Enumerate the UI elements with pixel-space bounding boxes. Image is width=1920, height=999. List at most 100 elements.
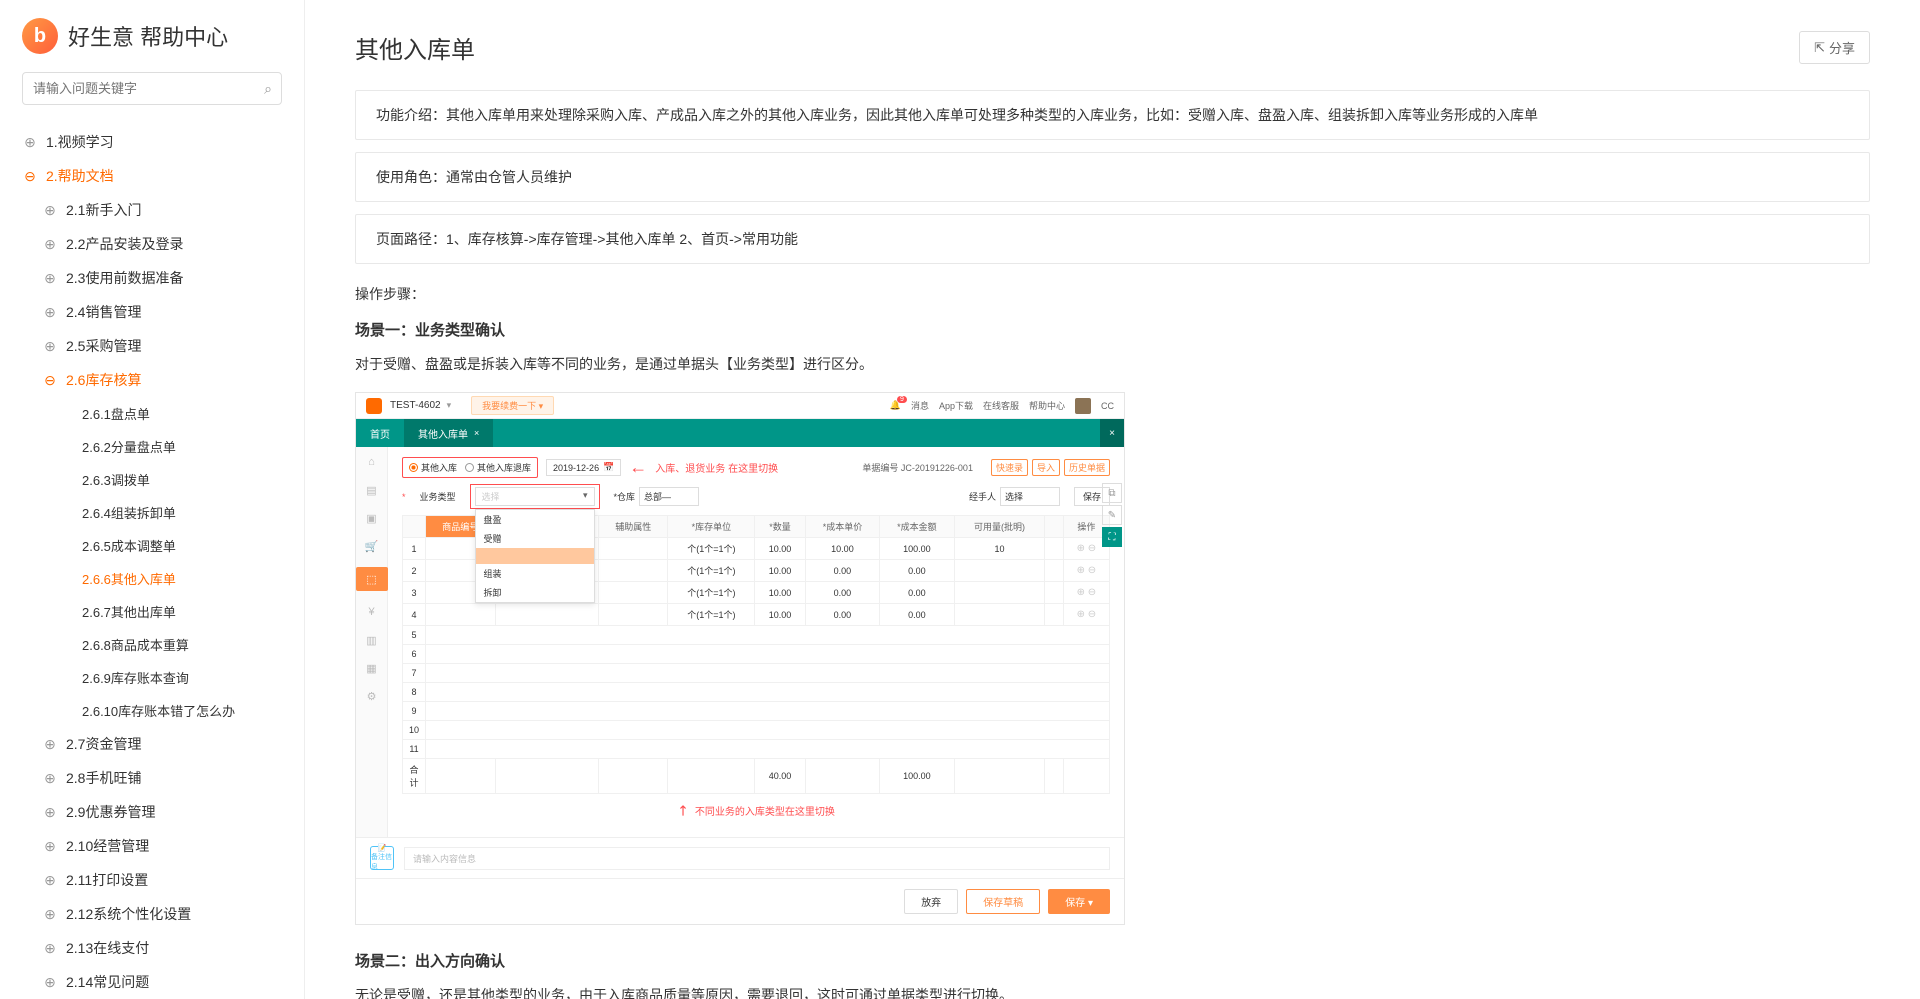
plus-icon: ⊕ bbox=[42, 838, 58, 854]
ss-right-tools: ⧉ ✎ ⛶ bbox=[1102, 483, 1124, 549]
nav-2-6-1[interactable]: 2.6.1盘点单 bbox=[22, 397, 282, 430]
ss-user: CC bbox=[1101, 401, 1114, 411]
ss-tab-current: 其他入库单× bbox=[404, 419, 493, 447]
nav-label: 2.6.5成本调整单 bbox=[82, 536, 176, 555]
ss-row1: 其他入库 其他入库退库 2019-12-26📅 ← 入库、退货业务 在这里切换 … bbox=[402, 457, 1110, 478]
intro-box: 功能介绍：其他入库单用来处理除采购入库、产成品入库之外的其他入库业务，因此其他入… bbox=[355, 90, 1870, 140]
ss-tool-quick: 快速录 bbox=[991, 459, 1028, 476]
plus-icon: ⊕ bbox=[42, 338, 58, 354]
grid-icon: ▦ bbox=[365, 661, 379, 675]
nav-2-8[interactable]: ⊕2.8手机旺铺 bbox=[22, 761, 282, 795]
ss-discard: 放弃 bbox=[904, 889, 958, 914]
nav-label: 2.11打印设置 bbox=[66, 870, 148, 890]
nav-2-6-10[interactable]: 2.6.10库存账本错了怎么办 bbox=[22, 694, 282, 727]
arrow-icon: ↗ bbox=[673, 801, 693, 821]
nav-label: 2.3使用前数据准备 bbox=[66, 268, 183, 288]
plus-icon: ⊕ bbox=[42, 304, 58, 320]
nav-2-6-5[interactable]: 2.6.5成本调整单 bbox=[22, 529, 282, 562]
nav-label: 2.6.6其他入库单 bbox=[82, 569, 176, 588]
nav-2-1[interactable]: ⊕2.1新手入门 bbox=[22, 193, 282, 227]
plus-icon: ⊕ bbox=[42, 736, 58, 752]
ss-radio-in: 其他入库 bbox=[409, 461, 457, 474]
ss-type-dropdown: 选择▾ 盘盈 受赠 组装 拆卸 bbox=[470, 484, 600, 509]
logo: b 好生意 帮助中心 bbox=[22, 18, 282, 54]
search-box: ⌕ bbox=[22, 72, 282, 105]
nav-label: 2.6.10库存账本错了怎么办 bbox=[82, 701, 235, 720]
nav-2-6-2[interactable]: 2.6.2分量盘点单 bbox=[22, 430, 282, 463]
search-input[interactable] bbox=[22, 72, 282, 105]
nav-2-6-9[interactable]: 2.6.9库存账本查询 bbox=[22, 661, 282, 694]
nav-2-6-4[interactable]: 2.6.4组装拆卸单 bbox=[22, 496, 282, 529]
avatar-icon bbox=[1075, 398, 1091, 414]
nav-label: 2.1新手入门 bbox=[66, 200, 141, 220]
home-icon: ⌂ bbox=[365, 455, 379, 469]
ss-docno: 单据编号 JC-20191226-001 bbox=[862, 461, 973, 474]
nav-2-6[interactable]: ⊖2.6库存核算 bbox=[22, 363, 282, 397]
path-box: 页面路径：1、库存核算->库存管理->其他入库单 2、首页->常用功能 bbox=[355, 214, 1870, 264]
nav-2-5[interactable]: ⊕2.5采购管理 bbox=[22, 329, 282, 363]
chevron-down-icon: ▾ bbox=[583, 490, 588, 503]
nav-2-10[interactable]: ⊕2.10经营管理 bbox=[22, 829, 282, 863]
intro-label: 功能介绍： bbox=[376, 107, 446, 123]
ss-help: 帮助中心 bbox=[1029, 399, 1065, 412]
tool-icon: ✎ bbox=[1102, 505, 1122, 525]
nav-2-3[interactable]: ⊕2.3使用前数据准备 bbox=[22, 261, 282, 295]
nav-2-13[interactable]: ⊕2.13在线支付 bbox=[22, 931, 282, 965]
minus-icon: ⊖ bbox=[22, 168, 38, 184]
search-icon[interactable]: ⌕ bbox=[264, 80, 272, 97]
ss-tool-history: 历史单据 bbox=[1064, 459, 1110, 476]
nav-2-6-7[interactable]: 2.6.7其他出库单 bbox=[22, 595, 282, 628]
chart-icon: ▥ bbox=[365, 633, 379, 647]
role-label: 使用角色： bbox=[376, 169, 446, 185]
ss-radio-group: 其他入库 其他入库退库 bbox=[402, 457, 538, 478]
nav-label: 1.视频学习 bbox=[46, 132, 114, 152]
ss-sidenav: ⌂ ▤ ▣ 🛒 ⬚ ¥ ▥ ▦ ⚙ bbox=[356, 447, 388, 837]
embedded-screenshot: TEST-4602 ▾ 我要续费一下 ▾ 🔔9 消息 App下载 在线客服 帮助… bbox=[355, 392, 1125, 925]
nav-2-6-6[interactable]: 2.6.6其他入库单 bbox=[22, 562, 282, 595]
nav-2-9[interactable]: ⊕2.9优惠券管理 bbox=[22, 795, 282, 829]
ss-option: 组装 bbox=[476, 564, 594, 583]
nav-2-4[interactable]: ⊕2.4销售管理 bbox=[22, 295, 282, 329]
share-button[interactable]: ⇱分享 bbox=[1799, 31, 1870, 64]
ss-annotation-2: ↗不同业务的入库类型在这里切换 bbox=[402, 802, 1110, 819]
page-title: 其他入库单 bbox=[355, 30, 475, 65]
nav-2-14[interactable]: ⊕2.14常见问题 bbox=[22, 965, 282, 999]
ss-close-all: × bbox=[1100, 419, 1124, 447]
nav-2-6-3[interactable]: 2.6.3调拨单 bbox=[22, 463, 282, 496]
ss-main: 其他入库 其他入库退库 2019-12-26📅 ← 入库、退货业务 在这里切换 … bbox=[388, 447, 1124, 837]
role-text: 通常由仓管人员维护 bbox=[446, 169, 572, 185]
ss-msg: 消息 bbox=[911, 399, 929, 412]
minus-icon: ⊖ bbox=[42, 372, 58, 388]
chevron-down-icon: ▾ bbox=[447, 400, 452, 411]
steps-label: 操作步骤： bbox=[355, 284, 1870, 304]
ss-row2: *业务类型 选择▾ 盘盈 受赠 组装 拆卸 *仓库总部— bbox=[402, 484, 1110, 509]
scene2-title: 场景二：出入方向确认 bbox=[355, 950, 1870, 971]
nav-label: 2.6.9库存账本查询 bbox=[82, 668, 189, 687]
nav-label: 2.帮助文档 bbox=[46, 166, 114, 186]
nav-2-6-8[interactable]: 2.6.8商品成本重算 bbox=[22, 628, 282, 661]
ss-memo-input: 请输入内容信息 bbox=[404, 847, 1110, 870]
nav-help-docs[interactable]: ⊖ 2.帮助文档 bbox=[22, 159, 282, 193]
nav-label: 2.12系统个性化设置 bbox=[66, 904, 191, 924]
ss-option: 受赠 bbox=[476, 529, 594, 548]
nav-video-learning[interactable]: ⊕1.视频学习 bbox=[22, 125, 282, 159]
nav-label: 2.6.8商品成本重算 bbox=[82, 635, 189, 654]
nav-2-11[interactable]: ⊕2.11打印设置 bbox=[22, 863, 282, 897]
calendar-icon: 📅 bbox=[603, 462, 614, 473]
close-icon: × bbox=[474, 428, 479, 438]
nav-2-12[interactable]: ⊕ 2.12系统个性化设置 bbox=[22, 897, 282, 931]
cart-icon: 🛒 bbox=[365, 539, 379, 553]
plus-icon: ⊕ bbox=[42, 906, 58, 922]
ss-draft: 保存草稿 bbox=[966, 889, 1040, 914]
path-text: 1、库存核算->库存管理->其他入库单 2、首页->常用功能 bbox=[446, 231, 798, 247]
path-label: 页面路径： bbox=[376, 231, 446, 247]
ss-option: 拆卸 bbox=[476, 583, 594, 602]
nav-2-2[interactable]: ⊕2.2产品安装及登录 bbox=[22, 227, 282, 261]
ss-app: App下载 bbox=[939, 399, 973, 412]
ss-date: 2019-12-26📅 bbox=[546, 459, 621, 476]
nav-2-7[interactable]: ⊕2.7资金管理 bbox=[22, 727, 282, 761]
ss-actions: 放弃 保存草稿 保存 ▾ bbox=[356, 878, 1124, 924]
plus-icon: ⊕ bbox=[42, 770, 58, 786]
ss-svc: 在线客服 bbox=[983, 399, 1019, 412]
tool-icon: ⛶ bbox=[1102, 527, 1122, 547]
